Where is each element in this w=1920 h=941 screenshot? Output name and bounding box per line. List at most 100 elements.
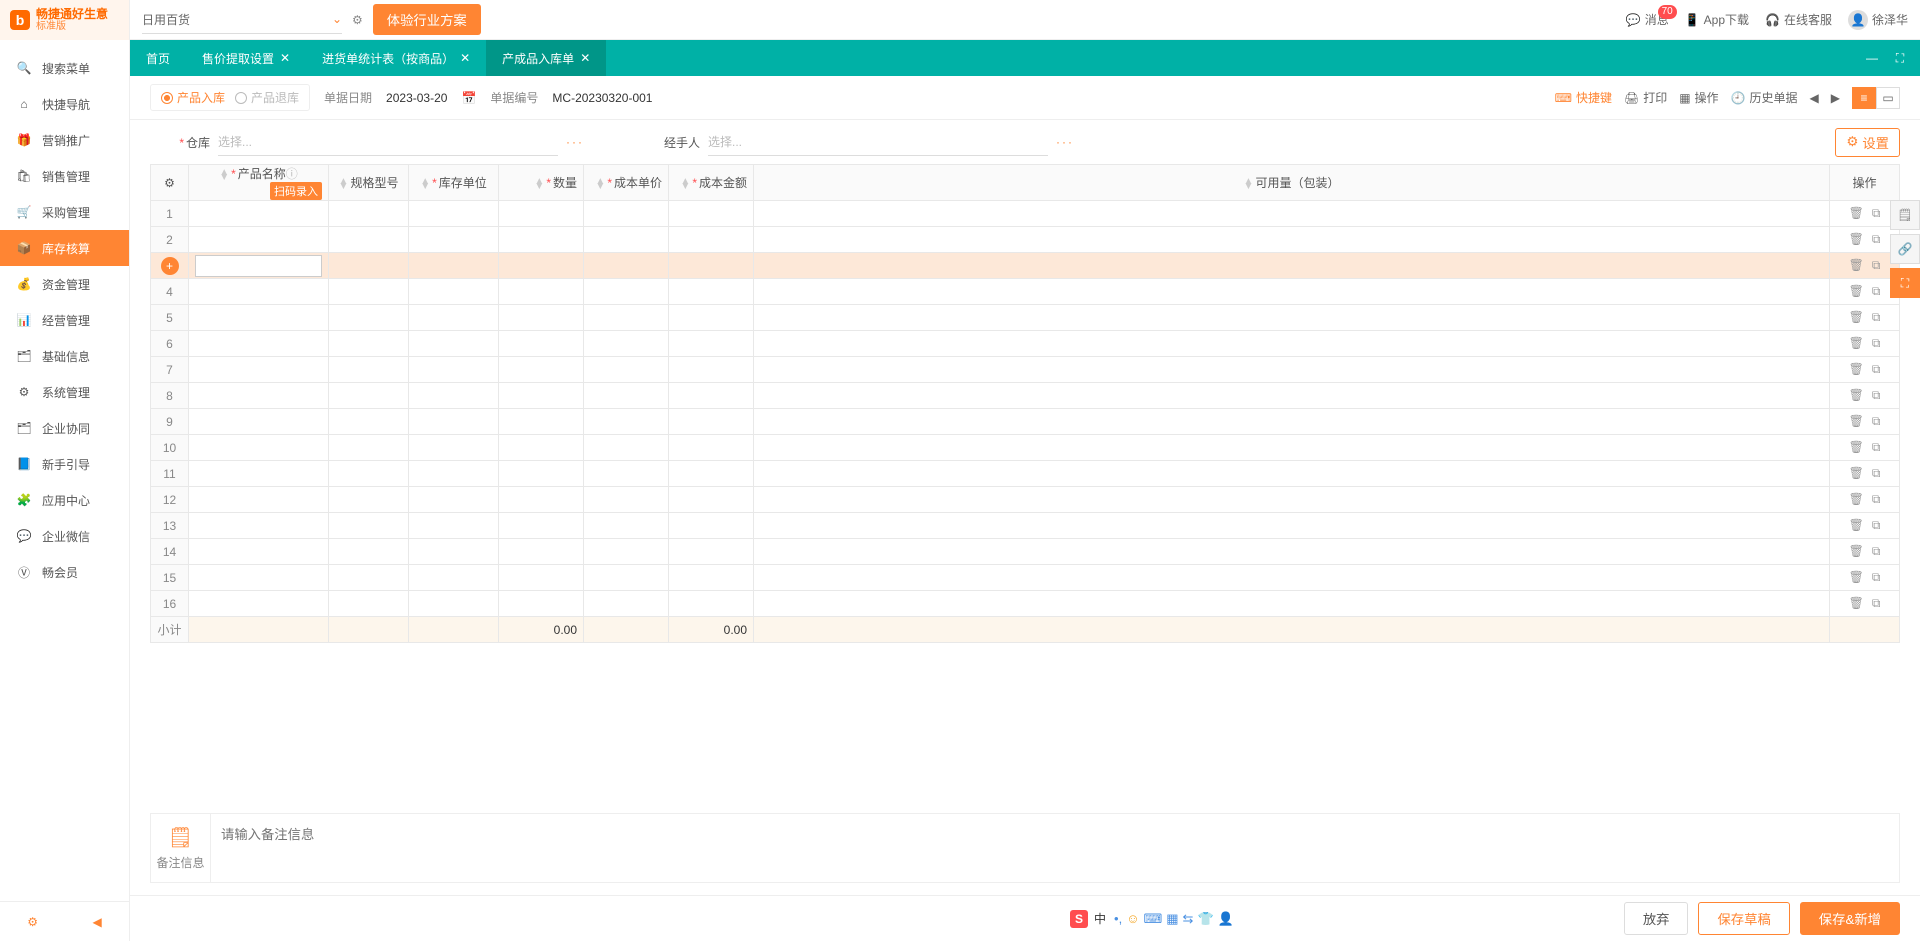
cell-product-name[interactable] [189, 461, 329, 487]
app-download-link[interactable]: 📱 App下载 [1685, 11, 1749, 28]
handler-more-icon[interactable]: ··· [1056, 135, 1074, 149]
copy-row-icon[interactable]: ⧉ [1872, 362, 1881, 376]
cell-available[interactable] [754, 331, 1830, 357]
cell-spec[interactable] [329, 227, 409, 253]
col-cost-price[interactable]: ▲▼*成本单价 [584, 165, 669, 201]
cell-stock-unit[interactable] [409, 305, 499, 331]
sidebar-item-6[interactable]: 💰资金管理 [0, 266, 129, 302]
cell-spec[interactable] [329, 565, 409, 591]
cell-cost-price[interactable] [584, 409, 669, 435]
cell-cost-amount[interactable] [669, 487, 754, 513]
sidebar-item-2[interactable]: 🎁营销推广 [0, 122, 129, 158]
cell-quantity[interactable] [499, 253, 584, 279]
cell-quantity[interactable] [499, 331, 584, 357]
tab-0[interactable]: 首页 [130, 40, 186, 76]
online-service-link[interactable]: 🎧 在线客服 [1765, 11, 1832, 28]
print-link[interactable]: 🖨 打印 [1624, 89, 1667, 106]
cell-spec[interactable] [329, 461, 409, 487]
cell-quantity[interactable] [499, 357, 584, 383]
cell-spec[interactable] [329, 201, 409, 227]
cell-cost-amount[interactable] [669, 513, 754, 539]
copy-row-icon[interactable]: ⧉ [1872, 388, 1881, 402]
cell-stock-unit[interactable] [409, 357, 499, 383]
cell-stock-unit[interactable] [409, 201, 499, 227]
minimize-tab-button[interactable]: — [1858, 44, 1886, 72]
cell-cost-price[interactable] [584, 253, 669, 279]
collapse-icon[interactable]: ◀ [93, 915, 102, 929]
category-dropdown[interactable]: 日用百货 ⌄ [142, 6, 342, 34]
cell-quantity[interactable] [499, 383, 584, 409]
delete-row-icon[interactable]: 🗑 [1849, 336, 1864, 350]
cell-spec[interactable] [329, 409, 409, 435]
cell-stock-unit[interactable] [409, 487, 499, 513]
cell-available[interactable] [754, 565, 1830, 591]
rail-expand-button[interactable]: ⛶ [1890, 268, 1920, 298]
cell-available[interactable] [754, 305, 1830, 331]
cell-spec[interactable] [329, 487, 409, 513]
cell-available[interactable] [754, 383, 1830, 409]
cell-spec[interactable] [329, 331, 409, 357]
date-value[interactable]: 2023-03-20 [386, 91, 447, 105]
remarks-input[interactable] [211, 814, 1899, 882]
cell-available[interactable] [754, 279, 1830, 305]
cell-spec[interactable] [329, 253, 409, 279]
cell-quantity[interactable] [499, 305, 584, 331]
cell-stock-unit[interactable] [409, 591, 499, 617]
discard-button[interactable]: 放弃 [1624, 902, 1689, 935]
cell-quantity[interactable] [499, 461, 584, 487]
col-product-name[interactable]: ▲▼*产品名称ⓘ扫码录入 [189, 165, 329, 201]
cell-cost-price[interactable] [584, 201, 669, 227]
copy-row-icon[interactable]: ⧉ [1872, 258, 1881, 272]
cell-spec[interactable] [329, 305, 409, 331]
copy-row-icon[interactable]: ⧉ [1872, 466, 1881, 480]
cell-cost-price[interactable] [584, 435, 669, 461]
cell-cost-price[interactable] [584, 591, 669, 617]
cell-stock-unit[interactable] [409, 435, 499, 461]
table-row[interactable]: 8🗑⧉ [151, 383, 1900, 409]
cell-available[interactable] [754, 201, 1830, 227]
cell-product-name[interactable] [189, 383, 329, 409]
cell-product-name[interactable] [189, 331, 329, 357]
sidebar-item-8[interactable]: 🗂基础信息 [0, 338, 129, 374]
cell-product-name[interactable] [189, 201, 329, 227]
cell-available[interactable] [754, 487, 1830, 513]
messages-link[interactable]: 💬 消息 70 [1626, 11, 1669, 28]
product-name-input[interactable] [195, 255, 322, 277]
table-row[interactable]: 9🗑⧉ [151, 409, 1900, 435]
cell-cost-amount[interactable] [669, 383, 754, 409]
delete-row-icon[interactable]: 🗑 [1849, 232, 1864, 246]
cell-spec[interactable] [329, 357, 409, 383]
close-icon[interactable]: ✕ [280, 51, 290, 65]
cell-available[interactable] [754, 539, 1830, 565]
cell-product-name[interactable] [189, 279, 329, 305]
prev-doc-button[interactable]: ◀ [1810, 91, 1819, 105]
cell-available[interactable] [754, 409, 1830, 435]
cell-cost-amount[interactable] [669, 305, 754, 331]
add-row-button[interactable]: + [161, 257, 179, 275]
cell-quantity[interactable] [499, 201, 584, 227]
delete-row-icon[interactable]: 🗑 [1849, 206, 1864, 220]
calendar-icon[interactable]: 📅 [461, 91, 476, 105]
cell-cost-amount[interactable] [669, 357, 754, 383]
delete-row-icon[interactable]: 🗑 [1849, 258, 1864, 272]
delete-row-icon[interactable]: 🗑 [1849, 362, 1864, 376]
cell-spec[interactable] [329, 383, 409, 409]
copy-row-icon[interactable]: ⧉ [1872, 440, 1881, 454]
warehouse-select[interactable]: 选择... [218, 128, 558, 156]
table-row[interactable]: 15🗑⧉ [151, 565, 1900, 591]
tab-1[interactable]: 售价提取设置✕ [186, 40, 306, 76]
delete-row-icon[interactable]: 🗑 [1849, 492, 1864, 506]
close-icon[interactable]: ✕ [580, 51, 590, 65]
cell-spec[interactable] [329, 279, 409, 305]
cell-stock-unit[interactable] [409, 331, 499, 357]
table-row[interactable]: 16🗑⧉ [151, 591, 1900, 617]
cell-spec[interactable] [329, 513, 409, 539]
grid-settings-button[interactable]: ⚙ 设置 [1835, 128, 1900, 157]
col-available[interactable]: ▲▼可用量（包装） [754, 165, 1830, 201]
table-row[interactable]: + 🗑 ⧉ [151, 253, 1900, 279]
table-row[interactable]: 10🗑⧉ [151, 435, 1900, 461]
cell-spec[interactable] [329, 591, 409, 617]
cell-quantity[interactable] [499, 539, 584, 565]
cell-cost-amount[interactable] [669, 461, 754, 487]
cell-product-name[interactable] [189, 305, 329, 331]
